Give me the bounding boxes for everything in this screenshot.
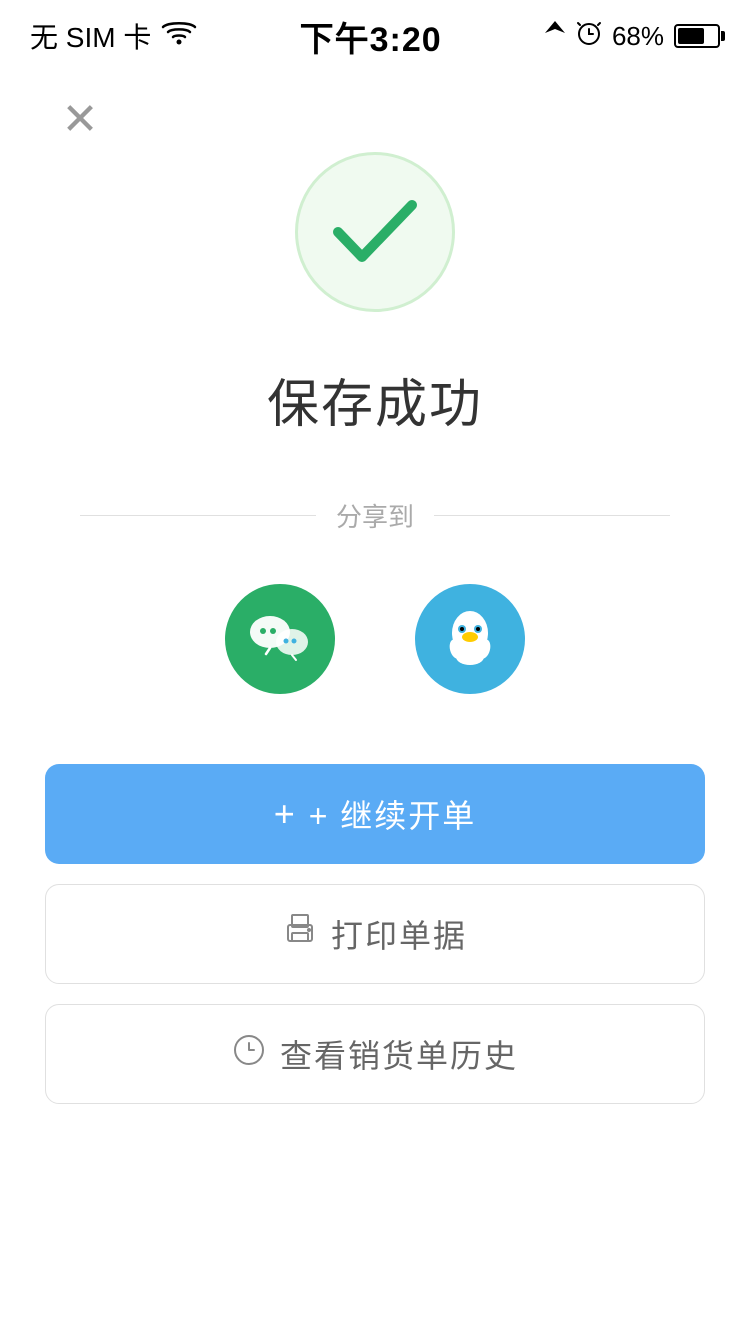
share-divider: 分享到 xyxy=(0,497,750,534)
battery-icon xyxy=(674,24,720,48)
qq-share-button[interactable] xyxy=(415,584,525,694)
divider-line-left xyxy=(80,515,316,516)
status-left: 无 SIM 卡 xyxy=(30,16,197,56)
wechat-share-button[interactable] xyxy=(225,584,335,694)
wechat-icon xyxy=(248,610,312,668)
continue-label: + 继续开单 xyxy=(309,791,477,837)
plus-icon: + xyxy=(274,793,295,835)
main-content: 保存成功 分享到 xyxy=(0,72,750,1104)
print-button[interactable]: 打印单据 xyxy=(45,884,705,984)
history-icon xyxy=(232,1033,266,1075)
close-button[interactable]: ✕ xyxy=(50,90,110,150)
share-icons xyxy=(225,584,525,694)
status-time: 下午3:20 xyxy=(300,12,442,61)
no-sim-text: 无 SIM 卡 xyxy=(30,16,151,56)
print-label: 打印单据 xyxy=(331,911,467,957)
qq-icon xyxy=(440,605,500,673)
alarm-icon xyxy=(576,20,602,53)
battery-percent: 68% xyxy=(612,21,664,52)
location-icon xyxy=(544,20,566,53)
status-bar: 无 SIM 卡 下午3:20 68% xyxy=(0,0,750,72)
status-right: 68% xyxy=(544,20,720,53)
close-icon: ✕ xyxy=(62,98,99,142)
success-circle xyxy=(295,152,455,312)
continue-button[interactable]: + + 继续开单 xyxy=(45,764,705,864)
action-buttons: + + 继续开单 打印单据 查看销货单历 xyxy=(45,764,705,1104)
divider-line-right xyxy=(434,515,670,516)
print-icon xyxy=(283,913,317,955)
share-label: 分享到 xyxy=(316,497,434,534)
checkmark-icon xyxy=(330,197,420,267)
wifi-icon xyxy=(161,20,197,53)
success-title: 保存成功 xyxy=(267,362,483,437)
history-label: 查看销货单历史 xyxy=(280,1031,518,1077)
history-button[interactable]: 查看销货单历史 xyxy=(45,1004,705,1104)
